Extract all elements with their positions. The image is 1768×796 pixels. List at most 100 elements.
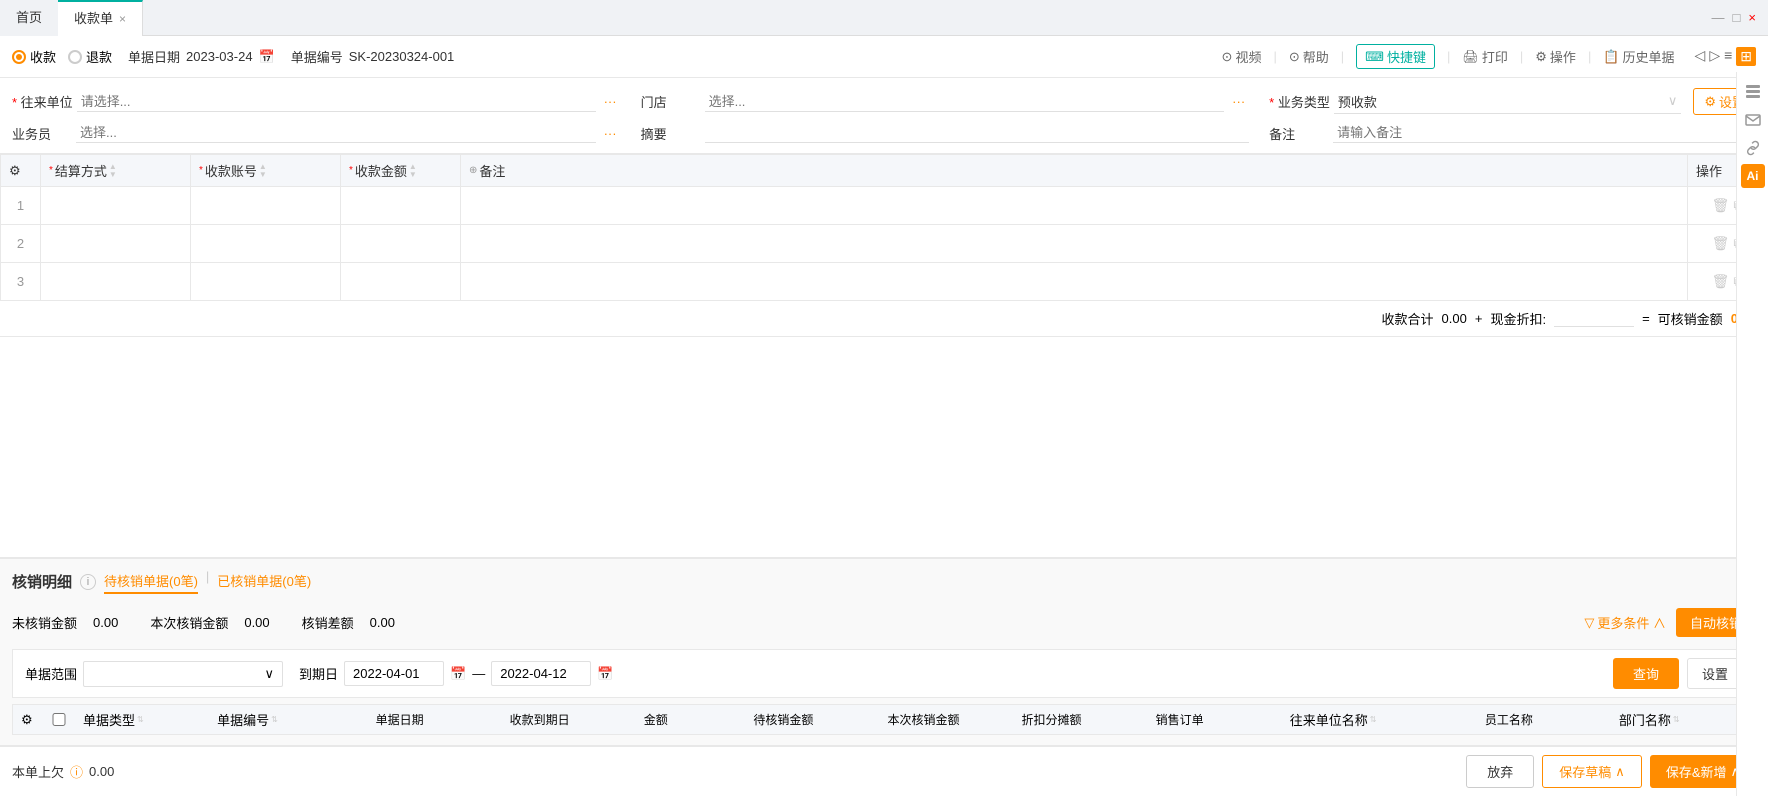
tab-bar: 首页 收款单 × — □ × [0,0,1768,36]
radio-receipt[interactable]: 收款 [12,47,56,66]
cell-remark-3[interactable] [461,263,1688,301]
table-header-settlement[interactable]: * 结算方式 ▲▼ [41,155,191,187]
remark-label: 备注 [1269,124,1329,143]
cell-remark-2[interactable] [461,225,1688,263]
verify-th-doc-date[interactable]: 单据日期 [370,711,504,728]
store-more-btn[interactable]: ··· [1228,94,1249,109]
delete-row-2-btn[interactable]: 🗑 [1712,235,1730,252]
close-btn[interactable]: × [1748,10,1756,25]
action-video[interactable]: ⊙ 视频 [1222,47,1262,66]
tab-current[interactable]: 收款单 × [58,0,143,36]
table-header-remark[interactable]: ⊕ 备注 [461,155,1688,187]
staff-more-btn[interactable]: ··· [600,126,621,141]
table-header-account[interactable]: * 收款账号 ▲▼ [191,155,341,187]
cell-amount-1[interactable] [341,187,461,225]
sidebar-link-icon[interactable] [1741,136,1765,160]
minimize-btn[interactable]: — [1712,10,1725,25]
maximize-btn[interactable]: □ [1733,10,1741,25]
settings-sm-button[interactable]: 设置 [1687,658,1743,689]
cell-amount-2[interactable] [341,225,461,263]
right-sidebar: Ai [1736,72,1768,796]
range-chevron-icon: ∨ [265,666,275,682]
verify-th-doc-type[interactable]: 单据类型 ⇅ [77,710,211,729]
verify-header-gear[interactable]: ⚙ [21,712,49,728]
due-date-to-input[interactable] [491,661,591,686]
sidebar-email-icon[interactable] [1741,108,1765,132]
delete-row-3-btn[interactable]: 🗑 [1712,273,1730,290]
bottom-actions: 放弃 保存草稿 ∧ 保存&新增 ∧ [1466,755,1756,788]
biz-type-select[interactable]: 预收款 ∨ [1334,90,1682,114]
verify-tab-pending[interactable]: 待核销单据(0笔) [104,569,198,594]
action-history[interactable]: 📋 历史单据 [1603,47,1674,66]
save-draft-button[interactable]: 保存草稿 ∧ [1542,755,1642,788]
range-select[interactable]: ∨ [83,661,283,687]
total-value: 0.00 [1442,311,1467,326]
gear-icon: ⚙ [1704,94,1716,110]
verify-th-sale-order[interactable]: 销售订单 [1150,711,1284,728]
shortcut-button[interactable]: ⌨ 快捷键 [1356,44,1435,69]
more-filters-btn[interactable]: ▽ 更多条件 ∧ [1584,613,1666,632]
verify-select-all-checkbox[interactable] [49,713,69,726]
due-date-filter: 到期日 📅 — 📅 [299,661,613,686]
action-print[interactable]: 🖨 打印 [1462,47,1508,66]
company-input[interactable] [77,92,596,112]
radio-receipt-label: 收款 [30,47,56,66]
bottom-stat: 本单上欠 ⓘ 0.00 [12,762,114,781]
cell-amount-3[interactable] [341,263,461,301]
store-input[interactable] [705,92,1225,112]
verify-tab-done[interactable]: 已核销单据(0笔) [217,569,311,594]
cell-remark-1[interactable] [461,187,1688,225]
calendar-to-icon[interactable]: 📅 [597,666,613,682]
verify-th-amount[interactable]: 金额 [638,711,748,728]
stat-info-icon[interactable]: ⓘ [70,762,83,781]
window-controls: — □ × [1712,10,1768,25]
cell-account-2[interactable] [191,225,341,263]
remark-input[interactable] [1333,123,1756,143]
cell-settlement-3[interactable] [41,263,191,301]
discount-input[interactable] [1554,311,1634,327]
tab-close-icon[interactable]: × [119,1,126,37]
sidebar-table-icon[interactable] [1741,80,1765,104]
verify-th-due-date[interactable]: 收款到期日 [504,711,638,728]
cell-account-1[interactable] [191,187,341,225]
date-label: 单据日期 [128,47,180,66]
info-icon[interactable]: i [80,574,96,590]
filter-container: 单据范围 ∨ 到期日 📅 — 📅 查询 设置 [12,649,1756,698]
tab-home[interactable]: 首页 [0,0,58,36]
verify-th-dept-name[interactable]: 部门名称 ⇅ [1613,710,1747,729]
verify-th-this-amount[interactable]: 本次核销金额 [881,711,1015,728]
due-date-from-input[interactable] [344,661,444,686]
cell-settlement-1[interactable] [41,187,191,225]
staff-label: 业务员 [12,124,72,143]
company-more-btn[interactable]: ··· [600,94,621,109]
abandon-button[interactable]: 放弃 [1466,755,1534,788]
panel-grid-icon[interactable]: ⊞ [1736,47,1756,66]
panel-left-icon[interactable]: ◁ [1695,47,1706,66]
verify-th-pending-amount[interactable]: 待核销金额 [747,711,881,728]
action-help[interactable]: ⊙ 帮助 [1289,47,1329,66]
radio-refund[interactable]: 退款 [68,47,112,66]
verify-th-staff-name[interactable]: 员工名称 [1479,711,1613,728]
panel-right-icon[interactable]: ▷ [1709,47,1720,66]
cell-settlement-2[interactable] [41,225,191,263]
table-header-amount[interactable]: * 收款金额 ▲▼ [341,155,461,187]
form-row-1: 往来单位 ··· 门店 ··· 业务类型 预收款 ∨ ⚙ 设置 [12,88,1756,115]
panel-list-icon[interactable]: ≡ [1724,47,1732,66]
verify-th-company-name[interactable]: 往来单位名称 ⇅ [1284,710,1479,729]
table-header-gear[interactable]: ⚙ [1,155,41,187]
verify-th-doc-num[interactable]: 单据编号 ⇅ [211,710,370,729]
stat-label: 本单上欠 [12,762,64,781]
sidebar-ai-icon[interactable]: Ai [1741,164,1765,188]
staff-field: 业务员 ··· [12,123,621,143]
row-num-1: 1 [1,187,41,225]
cell-account-3[interactable] [191,263,341,301]
delete-row-1-btn[interactable]: 🗑 [1712,197,1730,214]
calendar-from-icon[interactable]: 📅 [450,666,466,682]
verify-th-discount[interactable]: 折扣分摊额 [1016,711,1150,728]
query-button[interactable]: 查询 [1613,658,1679,689]
summary-input[interactable] [705,123,1250,143]
staff-input[interactable] [76,123,596,143]
action-operations[interactable]: ⚙ 操作 [1535,47,1576,66]
calendar-icon[interactable]: 📅 [259,49,275,65]
data-table: ⚙ * 结算方式 ▲▼ * 收款账号 ▲▼ [0,154,1768,301]
